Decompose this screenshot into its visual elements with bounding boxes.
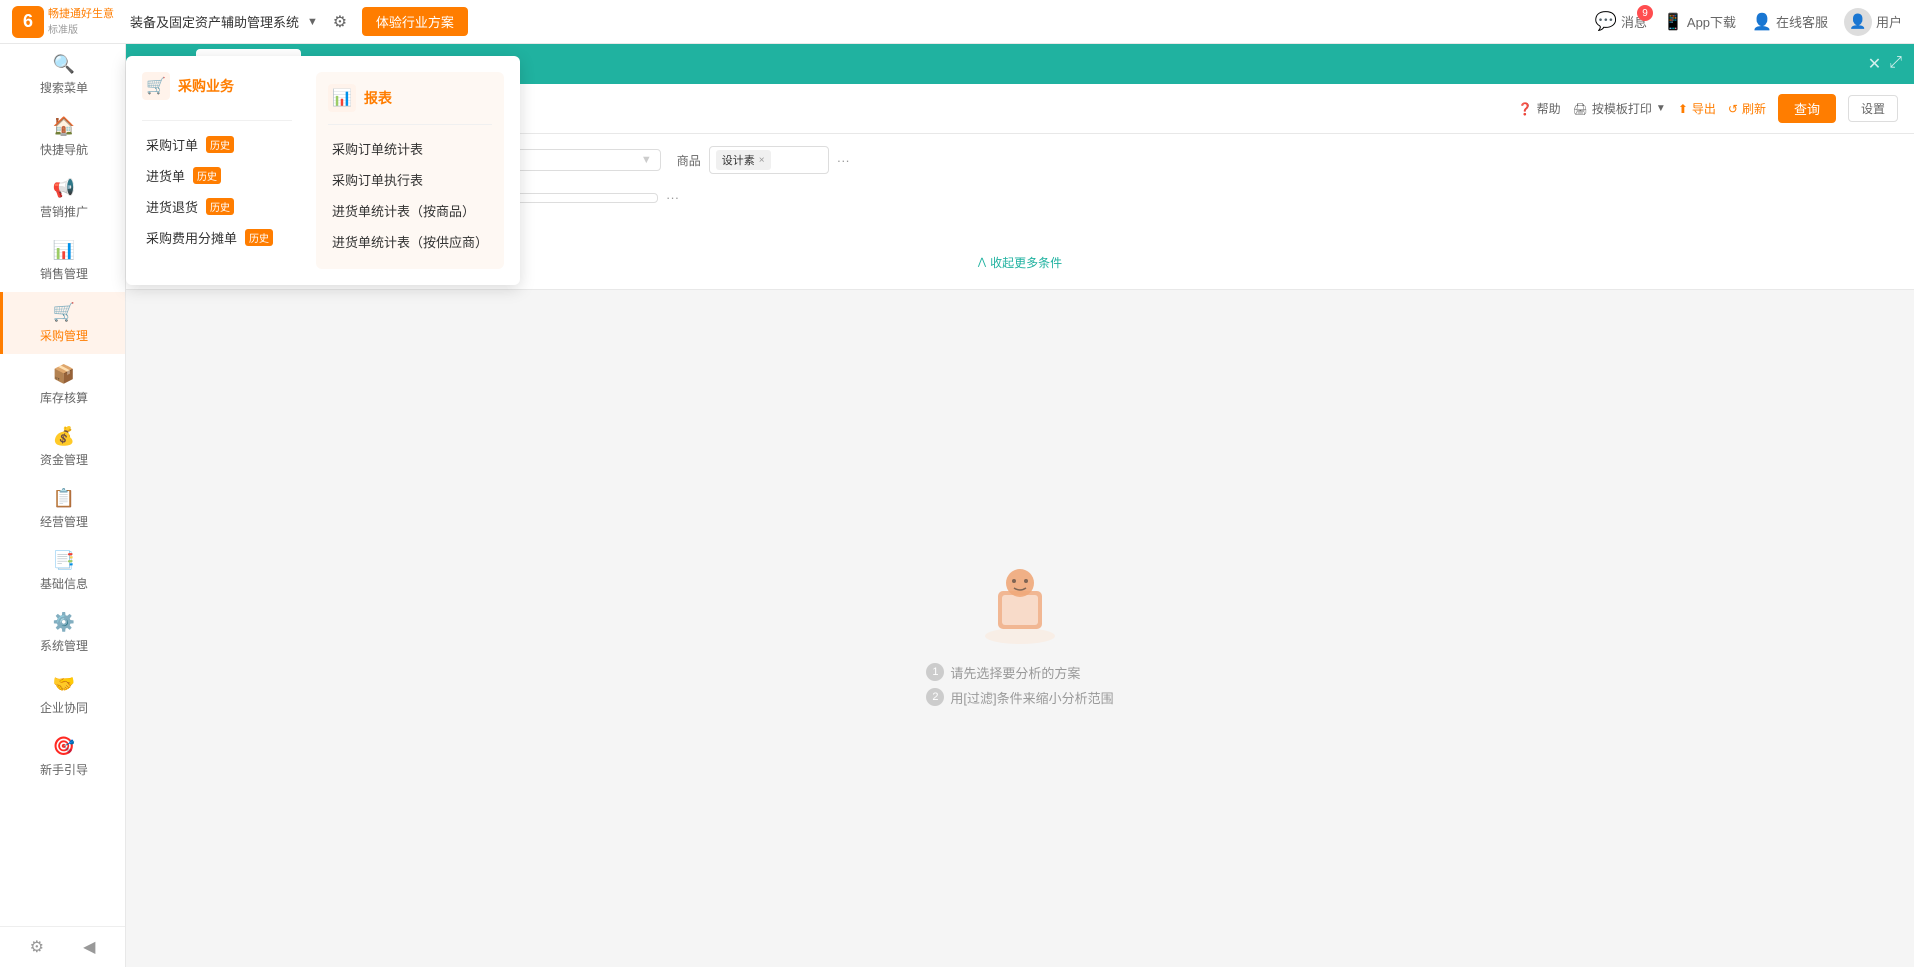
menu-item-purchase-expense[interactable]: 采购费用分摊单 历史	[142, 222, 292, 253]
menu-item-incoming-stat-supplier[interactable]: 进货单统计表（按供应商）	[328, 226, 492, 257]
report-section-icon: 📊	[328, 84, 356, 112]
purchase-dropdown-menu: 🛒 采购业务 采购订单 历史 进货单 历史 进货退货 历史 采购费用分摊单 历史	[126, 56, 520, 285]
purchase-section-divider	[142, 120, 292, 121]
report-menu-section: 📊 报表 采购订单统计表 采购订单执行表 进货单统计表（按商品） 进货单统计表（…	[316, 72, 504, 269]
menu-item-purchase-order-exec[interactable]: 采购订单执行表	[328, 164, 492, 195]
purchase-menu-section: 🛒 采购业务 采购订单 历史 进货单 历史 进货退货 历史 采购费用分摊单 历史	[142, 72, 292, 269]
menu-item-incoming[interactable]: 进货单 历史	[142, 160, 292, 191]
report-section-header: 📊 报表	[328, 84, 492, 112]
menu-item-purchase-order[interactable]: 采购订单 历史	[142, 129, 292, 160]
report-section-divider	[328, 124, 492, 125]
menu-item-incoming-stat-goods[interactable]: 进货单统计表（按商品）	[328, 195, 492, 226]
menu-item-return[interactable]: 进货退货 历史	[142, 191, 292, 222]
purchase-section-header: 🛒 采购业务	[142, 72, 292, 108]
menu-item-purchase-order-stat[interactable]: 采购订单统计表	[328, 133, 492, 164]
purchase-section-icon: 🛒	[142, 72, 170, 100]
